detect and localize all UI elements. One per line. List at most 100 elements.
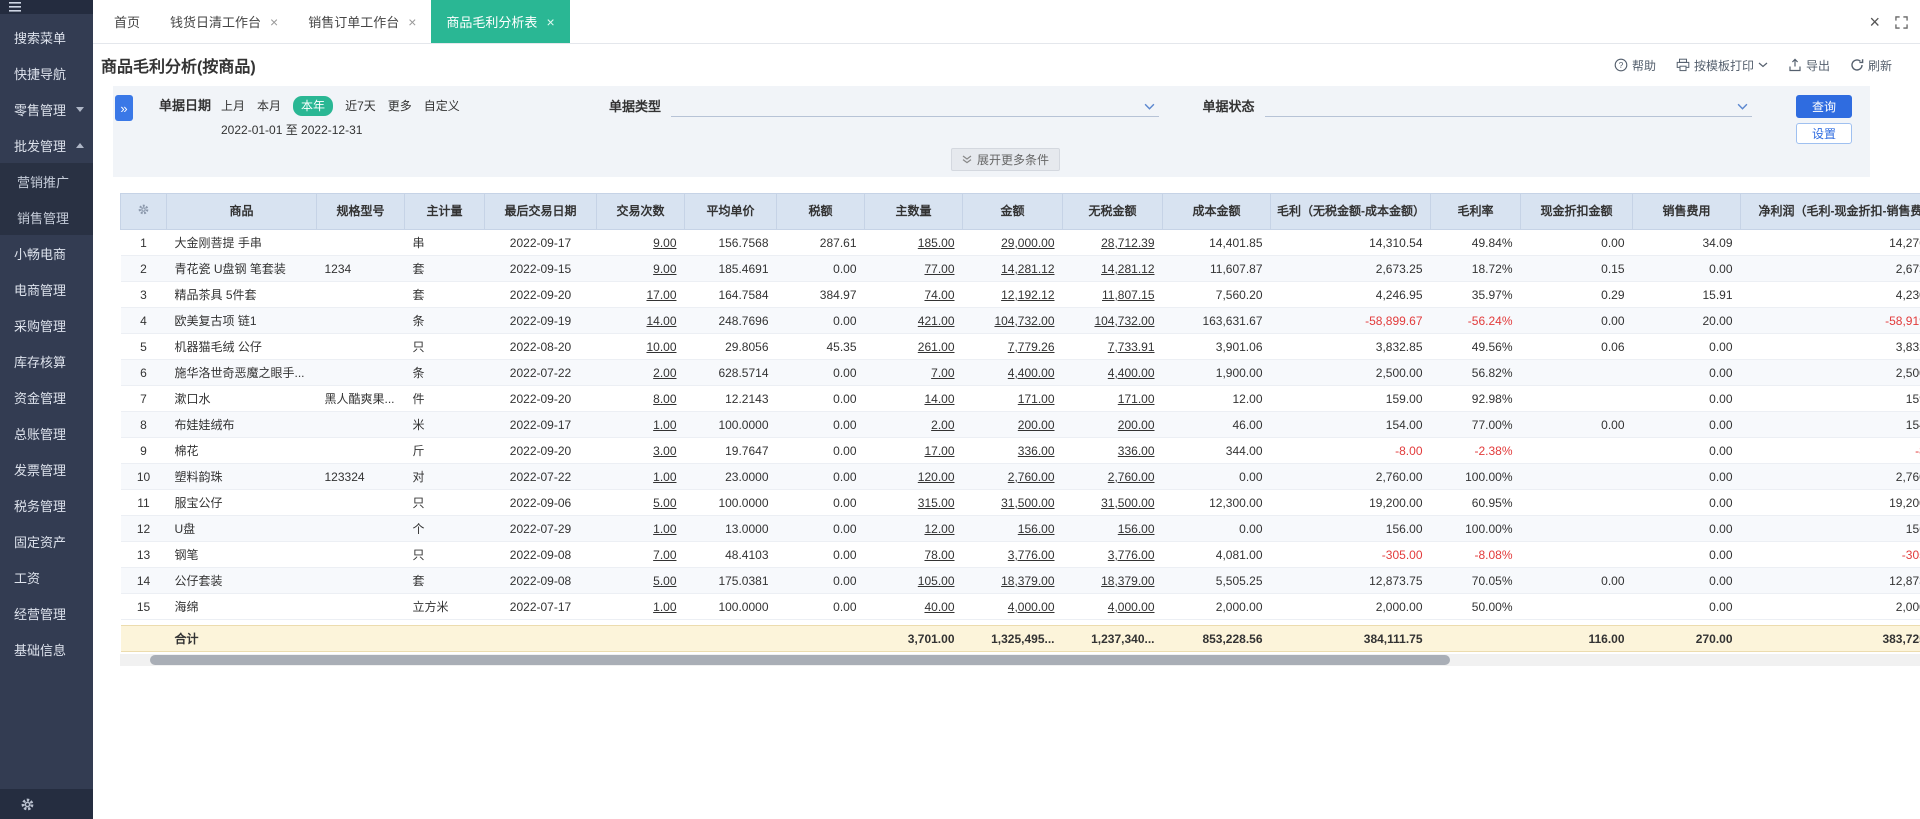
- drilldown-link[interactable]: 4,400.00: [1008, 366, 1055, 380]
- drilldown-link[interactable]: 9.00: [653, 262, 676, 276]
- drilldown-link[interactable]: 18,379.00: [1101, 574, 1154, 588]
- sidebar-item[interactable]: 工资: [0, 559, 93, 595]
- drilldown-link[interactable]: 1.00: [653, 470, 676, 484]
- drilldown-link[interactable]: 185.00: [918, 236, 955, 250]
- drilldown-link[interactable]: 14.00: [924, 392, 954, 406]
- sidebar-item[interactable]: 搜索菜单: [0, 19, 93, 55]
- column-header[interactable]: 税额: [776, 193, 865, 230]
- drilldown-link[interactable]: 1.00: [653, 418, 676, 432]
- date-range-value[interactable]: 2022-01-01 至 2022-12-31: [221, 121, 609, 138]
- sidebar-item[interactable]: 营销推广: [0, 163, 93, 199]
- column-header[interactable]: 主计量: [404, 193, 485, 230]
- drilldown-link[interactable]: 14.00: [646, 314, 676, 328]
- drilldown-link[interactable]: 4,000.00: [1008, 600, 1055, 614]
- tab[interactable]: 销售订单工作台 ×: [293, 0, 431, 43]
- drilldown-link[interactable]: 1.00: [653, 600, 676, 614]
- date-option[interactable]: 本年: [293, 96, 334, 116]
- query-button[interactable]: 查询: [1796, 95, 1852, 118]
- drilldown-link[interactable]: 336.00: [1018, 444, 1055, 458]
- column-header[interactable]: 成本金额: [1162, 193, 1271, 230]
- sidebar-item[interactable]: 小畅电商: [0, 235, 93, 271]
- sidebar-item[interactable]: 发票管理: [0, 451, 93, 487]
- drilldown-link[interactable]: 315.00: [918, 496, 955, 510]
- scrollbar-thumb[interactable]: [150, 655, 1450, 665]
- horizontal-scrollbar[interactable]: [120, 654, 1920, 666]
- drilldown-link[interactable]: 18,379.00: [1001, 574, 1054, 588]
- sidebar-item[interactable]: 库存核算: [0, 343, 93, 379]
- collapse-panel-button[interactable]: »: [115, 95, 133, 121]
- drilldown-link[interactable]: 5.00: [653, 574, 676, 588]
- drilldown-link[interactable]: 7,733.91: [1108, 340, 1155, 354]
- sidebar-item[interactable]: 总账管理: [0, 415, 93, 451]
- column-header[interactable]: 毛利（无税金额-成本金额）: [1270, 193, 1431, 230]
- drilldown-link[interactable]: 2.00: [931, 418, 954, 432]
- drilldown-link[interactable]: 3,776.00: [1108, 548, 1155, 562]
- tab-close-icon[interactable]: ×: [408, 15, 416, 29]
- date-option[interactable]: 自定义: [424, 97, 460, 115]
- help-button[interactable]: ? 帮助: [1614, 57, 1656, 74]
- column-header[interactable]: 商品: [166, 193, 317, 230]
- drilldown-link[interactable]: 10.00: [646, 340, 676, 354]
- drilldown-link[interactable]: 2,760.00: [1008, 470, 1055, 484]
- column-header[interactable]: 规格型号: [316, 193, 405, 230]
- drilldown-link[interactable]: 171.00: [1018, 392, 1055, 406]
- drilldown-link[interactable]: 31,500.00: [1101, 496, 1154, 510]
- settings-button[interactable]: 设置: [1796, 123, 1852, 144]
- drilldown-link[interactable]: 11,807.15: [1102, 288, 1155, 302]
- gear-icon[interactable]: [20, 797, 35, 812]
- tab-close-icon[interactable]: ×: [270, 15, 278, 29]
- expand-more-button[interactable]: 展开更多条件: [950, 148, 1060, 171]
- drilldown-link[interactable]: 261.00: [918, 340, 955, 354]
- drilldown-link[interactable]: 7.00: [931, 366, 954, 380]
- drilldown-link[interactable]: 78.00: [924, 548, 954, 562]
- sidebar-item[interactable]: 基础信息: [0, 631, 93, 667]
- drilldown-link[interactable]: 421.00: [918, 314, 955, 328]
- drilldown-link[interactable]: 4,000.00: [1108, 600, 1155, 614]
- sidebar-item[interactable]: 税务管理: [0, 487, 93, 523]
- drilldown-link[interactable]: 200.00: [1118, 418, 1155, 432]
- sidebar-item[interactable]: 固定资产: [0, 523, 93, 559]
- drilldown-link[interactable]: 40.00: [924, 600, 954, 614]
- drilldown-link[interactable]: 29,000.00: [1001, 236, 1054, 250]
- drilldown-link[interactable]: 12,192.12: [1001, 288, 1054, 302]
- drilldown-link[interactable]: 17.00: [646, 288, 676, 302]
- column-header[interactable]: 毛利率: [1430, 193, 1521, 230]
- refresh-button[interactable]: 刷新: [1850, 57, 1892, 74]
- drilldown-link[interactable]: 5.00: [653, 496, 676, 510]
- sidebar-item[interactable]: 批发管理: [0, 127, 93, 163]
- sidebar-item[interactable]: 经营管理: [0, 595, 93, 631]
- drilldown-link[interactable]: 1.00: [653, 522, 676, 536]
- drilldown-link[interactable]: 8.00: [653, 392, 676, 406]
- drilldown-link[interactable]: 17.00: [924, 444, 954, 458]
- drilldown-link[interactable]: 156.00: [1018, 522, 1055, 536]
- table-settings-header[interactable]: [120, 193, 167, 230]
- drilldown-link[interactable]: 200.00: [1018, 418, 1055, 432]
- drilldown-link[interactable]: 31,500.00: [1001, 496, 1054, 510]
- sidebar-item[interactable]: 资金管理: [0, 379, 93, 415]
- column-header[interactable]: 净利润（毛利-现金折扣-销售费...: [1740, 193, 1920, 230]
- column-header[interactable]: 无税金额: [1062, 193, 1163, 230]
- tab-close-icon[interactable]: ×: [546, 15, 554, 29]
- drilldown-link[interactable]: 104,732.00: [994, 314, 1054, 328]
- drilldown-link[interactable]: 9.00: [653, 236, 676, 250]
- doc-status-select[interactable]: [1264, 96, 1752, 117]
- drilldown-link[interactable]: 14,281.12: [1101, 262, 1154, 276]
- date-option[interactable]: 更多: [388, 97, 412, 115]
- doc-type-select[interactable]: [671, 96, 1159, 117]
- drilldown-link[interactable]: 171.00: [1118, 392, 1155, 406]
- drilldown-link[interactable]: 4,400.00: [1108, 366, 1155, 380]
- sidebar-item[interactable]: 电商管理: [0, 271, 93, 307]
- drilldown-link[interactable]: 2.00: [653, 366, 676, 380]
- drilldown-link[interactable]: 120.00: [918, 470, 955, 484]
- column-header[interactable]: 金额: [962, 193, 1063, 230]
- drilldown-link[interactable]: 3,776.00: [1008, 548, 1055, 562]
- tab[interactable]: 商品毛利分析表 ×: [431, 0, 570, 43]
- column-header[interactable]: 最后交易日期: [484, 193, 597, 230]
- date-option[interactable]: 近7天: [345, 97, 376, 115]
- drilldown-link[interactable]: 7.00: [653, 548, 676, 562]
- column-header[interactable]: 现金折扣金额: [1520, 193, 1633, 230]
- tab[interactable]: 钱货日清工作台 ×: [155, 0, 293, 43]
- drilldown-link[interactable]: 7,779.26: [1008, 340, 1055, 354]
- drilldown-link[interactable]: 2,760.00: [1108, 470, 1155, 484]
- drilldown-link[interactable]: 14,281.12: [1001, 262, 1054, 276]
